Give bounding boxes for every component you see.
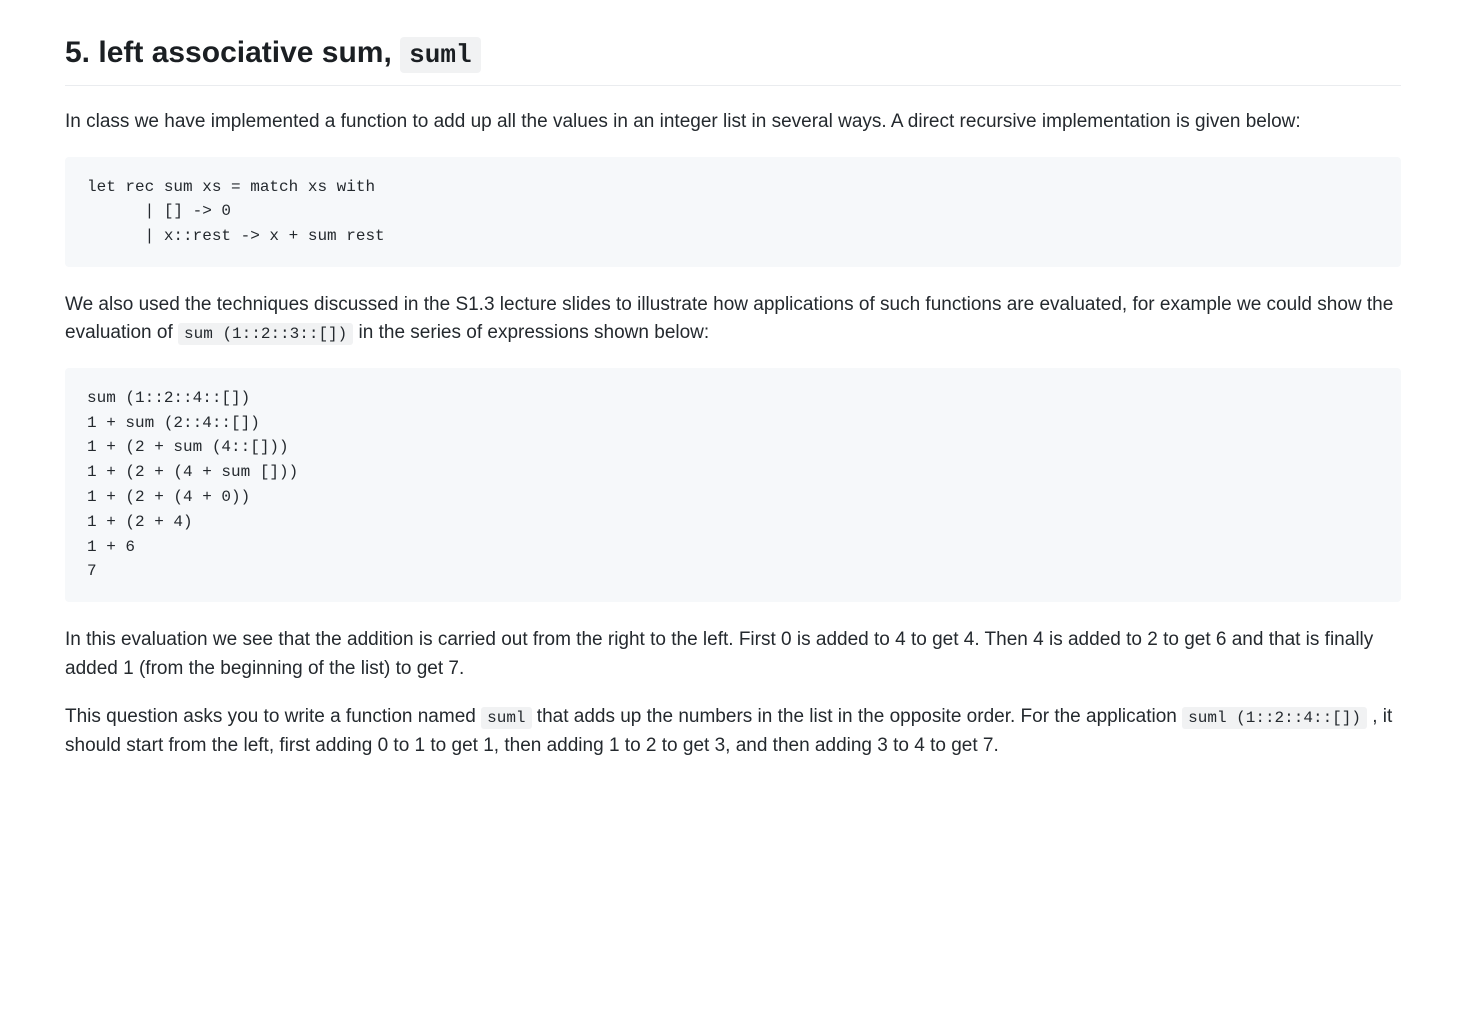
explanation-paragraph: In this evaluation we see that the addit… xyxy=(65,626,1401,683)
para2-after: in the series of expressions shown below… xyxy=(353,322,709,343)
heading-text: 5. left associative sum, xyxy=(65,36,400,69)
code-block-sum-definition: let rec sum xs = match xs with | [] -> 0… xyxy=(65,157,1401,267)
inline-code-suml-call: suml (1::2::4::[]) xyxy=(1182,707,1367,729)
evaluation-intro-paragraph: We also used the techniques discussed in… xyxy=(65,291,1401,348)
section-heading: 5. left associative sum, suml xyxy=(65,30,1401,86)
heading-code: suml xyxy=(400,37,480,73)
inline-code-suml: suml xyxy=(481,707,531,729)
intro-paragraph: In class we have implemented a function … xyxy=(65,108,1401,137)
inline-code-sum-call: sum (1::2::3::[]) xyxy=(178,323,353,345)
code-block-evaluation-trace: sum (1::2::4::[]) 1 + sum (2::4::[]) 1 +… xyxy=(65,368,1401,602)
para4-t2: that adds up the numbers in the list in … xyxy=(532,706,1183,727)
para4-t1: This question asks you to write a functi… xyxy=(65,706,481,727)
question-paragraph: This question asks you to write a functi… xyxy=(65,703,1401,760)
